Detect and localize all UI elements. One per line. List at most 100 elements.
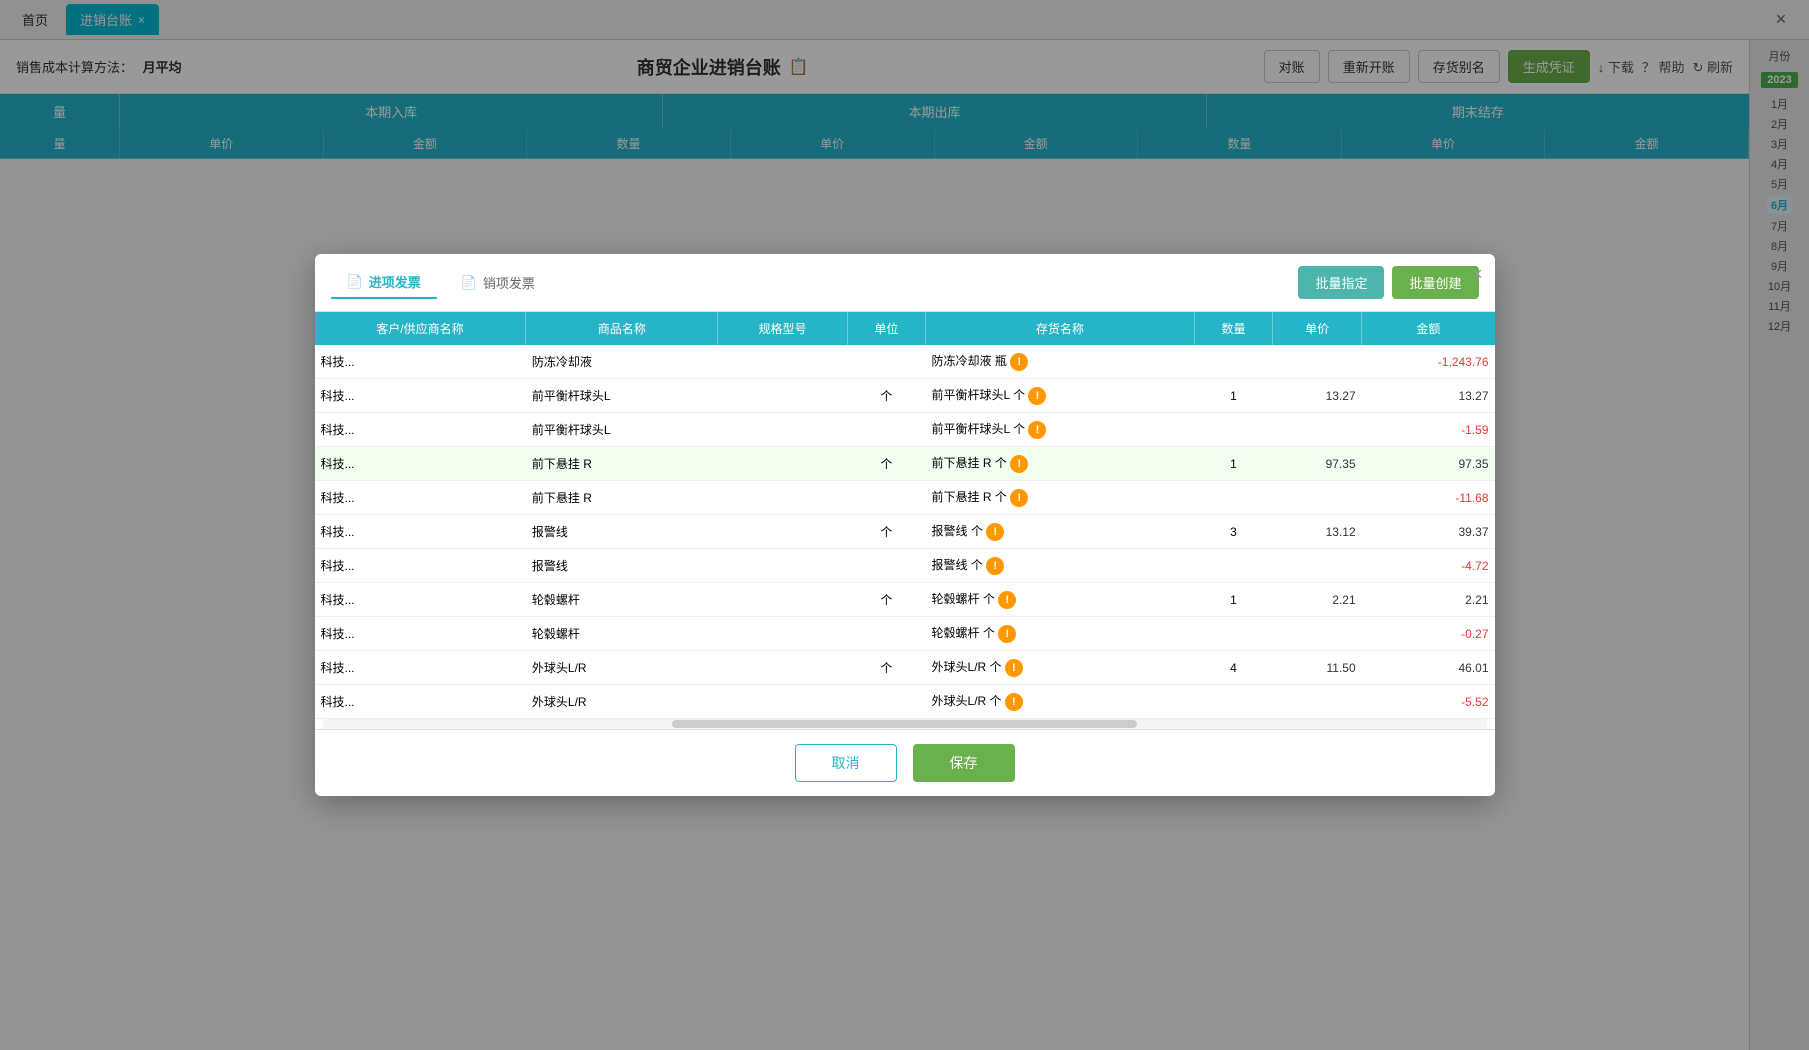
cell-product-name: 轮毂螺杆 [526, 617, 718, 651]
cell-product-name: 轮毂螺杆 [526, 583, 718, 617]
cell-qty: 1 [1194, 379, 1272, 413]
cell-company: 科技... [315, 481, 526, 515]
cell-qty [1194, 413, 1272, 447]
cell-inventory: 前下悬挂 R 个 ! [926, 447, 1195, 481]
cell-product-name: 报警线 [526, 515, 718, 549]
cell-unit-price: 2.21 [1273, 583, 1362, 617]
cell-spec [718, 583, 847, 617]
cell-qty [1194, 345, 1272, 379]
cell-qty: 4 [1194, 651, 1272, 685]
col-amount: 金额 [1362, 312, 1495, 345]
cell-qty [1194, 685, 1272, 719]
outbound-invoice-icon: 📄 [461, 275, 477, 291]
dialog-table: 客户/供应商名称 商品名称 规格型号 单位 存货名称 数量 单价 金额 科技..… [315, 312, 1495, 719]
cell-unit: 个 [847, 515, 925, 549]
warning-icon: ! [1005, 659, 1023, 677]
cell-inventory: 前平衡杆球头L 个 ! [926, 379, 1195, 413]
cell-unit-price: 97.35 [1273, 447, 1362, 481]
outbound-invoice-label: 销项发票 [483, 273, 535, 292]
cell-unit: 个 [847, 379, 925, 413]
save-button[interactable]: 保存 [913, 744, 1015, 782]
cell-inventory: 前下悬挂 R 个 ! [926, 481, 1195, 515]
cell-spec [718, 685, 847, 719]
cell-spec [718, 447, 847, 481]
cell-product-name: 外球头L/R [526, 651, 718, 685]
cell-company: 科技... [315, 549, 526, 583]
col-qty: 数量 [1194, 312, 1272, 345]
col-product-name: 商品名称 [526, 312, 718, 345]
warning-icon: ! [986, 557, 1004, 575]
cell-company: 科技... [315, 651, 526, 685]
col-spec: 规格型号 [718, 312, 847, 345]
table-row[interactable]: 科技... 轮毂螺杆 轮毂螺杆 个 ! -0.27 [315, 617, 1495, 651]
dialog-header-right: 批量指定 批量创建 [1298, 266, 1478, 299]
table-row[interactable]: 科技... 前平衡杆球头L 个 前平衡杆球头L 个 ! 1 13.27 13.2… [315, 379, 1495, 413]
cell-unit-price: 11.50 [1273, 651, 1362, 685]
cell-spec [718, 345, 847, 379]
cell-product-name: 前平衡杆球头L [526, 379, 718, 413]
cell-amount: -1,243.76 [1362, 345, 1495, 379]
tab-inbound-invoice[interactable]: 📄 进项发票 [331, 266, 437, 299]
dialog-table-wrap[interactable]: 客户/供应商名称 商品名称 规格型号 单位 存货名称 数量 单价 金额 科技..… [315, 312, 1495, 719]
cell-amount: -5.52 [1362, 685, 1495, 719]
cell-product-name: 报警线 [526, 549, 718, 583]
cell-unit-price [1273, 685, 1362, 719]
cell-unit-price: 13.12 [1273, 515, 1362, 549]
cell-spec [718, 515, 847, 549]
cell-unit-price [1273, 345, 1362, 379]
cell-amount: 13.27 [1362, 379, 1495, 413]
table-row[interactable]: 科技... 报警线 报警线 个 ! -4.72 [315, 549, 1495, 583]
cell-spec [718, 379, 847, 413]
cell-unit [847, 345, 925, 379]
cell-unit-price [1273, 413, 1362, 447]
cell-product-name: 防冻冷却液 [526, 345, 718, 379]
cell-unit-price [1273, 481, 1362, 515]
cancel-button[interactable]: 取消 [795, 744, 897, 782]
cell-company: 科技... [315, 345, 526, 379]
table-row[interactable]: 科技... 轮毂螺杆 个 轮毂螺杆 个 ! 1 2.21 2.21 [315, 583, 1495, 617]
cell-inventory: 防冻冷却液 瓶 ! [926, 345, 1195, 379]
table-row[interactable]: 科技... 防冻冷却液 防冻冷却液 瓶 ! -1,243.76 [315, 345, 1495, 379]
cell-qty [1194, 549, 1272, 583]
table-row[interactable]: 科技... 前平衡杆球头L 前平衡杆球头L 个 ! -1.59 [315, 413, 1495, 447]
table-row[interactable]: 科技... 前下悬挂 R 个 前下悬挂 R 个 ! 1 97.35 97.35 [315, 447, 1495, 481]
batch-assign-button[interactable]: 批量指定 [1298, 266, 1384, 299]
col-inventory: 存货名称 [926, 312, 1195, 345]
batch-create-button[interactable]: 批量创建 [1392, 266, 1478, 299]
tab-outbound-invoice[interactable]: 📄 销项发票 [445, 267, 551, 298]
modal-overlay: 📄 进项发票 📄 销项发票 批量指定 批量创建 × 客户/供应商名称 商品名称 [0, 0, 1809, 1050]
cell-amount: -1.59 [1362, 413, 1495, 447]
warning-icon: ! [1005, 693, 1023, 711]
warning-icon: ! [986, 523, 1004, 541]
cell-qty [1194, 481, 1272, 515]
warning-icon: ! [1010, 489, 1028, 507]
cell-product-name: 前下悬挂 R [526, 447, 718, 481]
cell-spec [718, 617, 847, 651]
cell-product-name: 前下悬挂 R [526, 481, 718, 515]
warning-icon: ! [1028, 421, 1046, 439]
col-company: 客户/供应商名称 [315, 312, 526, 345]
cell-unit: 个 [847, 447, 925, 481]
table-row[interactable]: 科技... 外球头L/R 个 外球头L/R 个 ! 4 11.50 46.01 [315, 651, 1495, 685]
dialog-close-button[interactable]: × [1472, 264, 1483, 285]
cell-company: 科技... [315, 379, 526, 413]
scrollbar-thumb[interactable] [672, 720, 1138, 728]
cell-amount: 46.01 [1362, 651, 1495, 685]
dialog: 📄 进项发票 📄 销项发票 批量指定 批量创建 × 客户/供应商名称 商品名称 [315, 254, 1495, 796]
table-row[interactable]: 科技... 前下悬挂 R 前下悬挂 R 个 ! -11.68 [315, 481, 1495, 515]
cell-company: 科技... [315, 413, 526, 447]
cell-company: 科技... [315, 685, 526, 719]
cell-inventory: 前平衡杆球头L 个 ! [926, 413, 1195, 447]
table-row[interactable]: 科技... 报警线 个 报警线 个 ! 3 13.12 39.37 [315, 515, 1495, 549]
cell-unit-price [1273, 549, 1362, 583]
cell-spec [718, 481, 847, 515]
cell-amount: 97.35 [1362, 447, 1495, 481]
col-unit-price: 单价 [1273, 312, 1362, 345]
cell-spec [718, 651, 847, 685]
table-row[interactable]: 科技... 外球头L/R 外球头L/R 个 ! -5.52 [315, 685, 1495, 719]
cell-amount: -11.68 [1362, 481, 1495, 515]
horizontal-scrollbar[interactable] [323, 719, 1487, 729]
cell-company: 科技... [315, 617, 526, 651]
cell-unit-price: 13.27 [1273, 379, 1362, 413]
cell-inventory: 报警线 个 ! [926, 549, 1195, 583]
